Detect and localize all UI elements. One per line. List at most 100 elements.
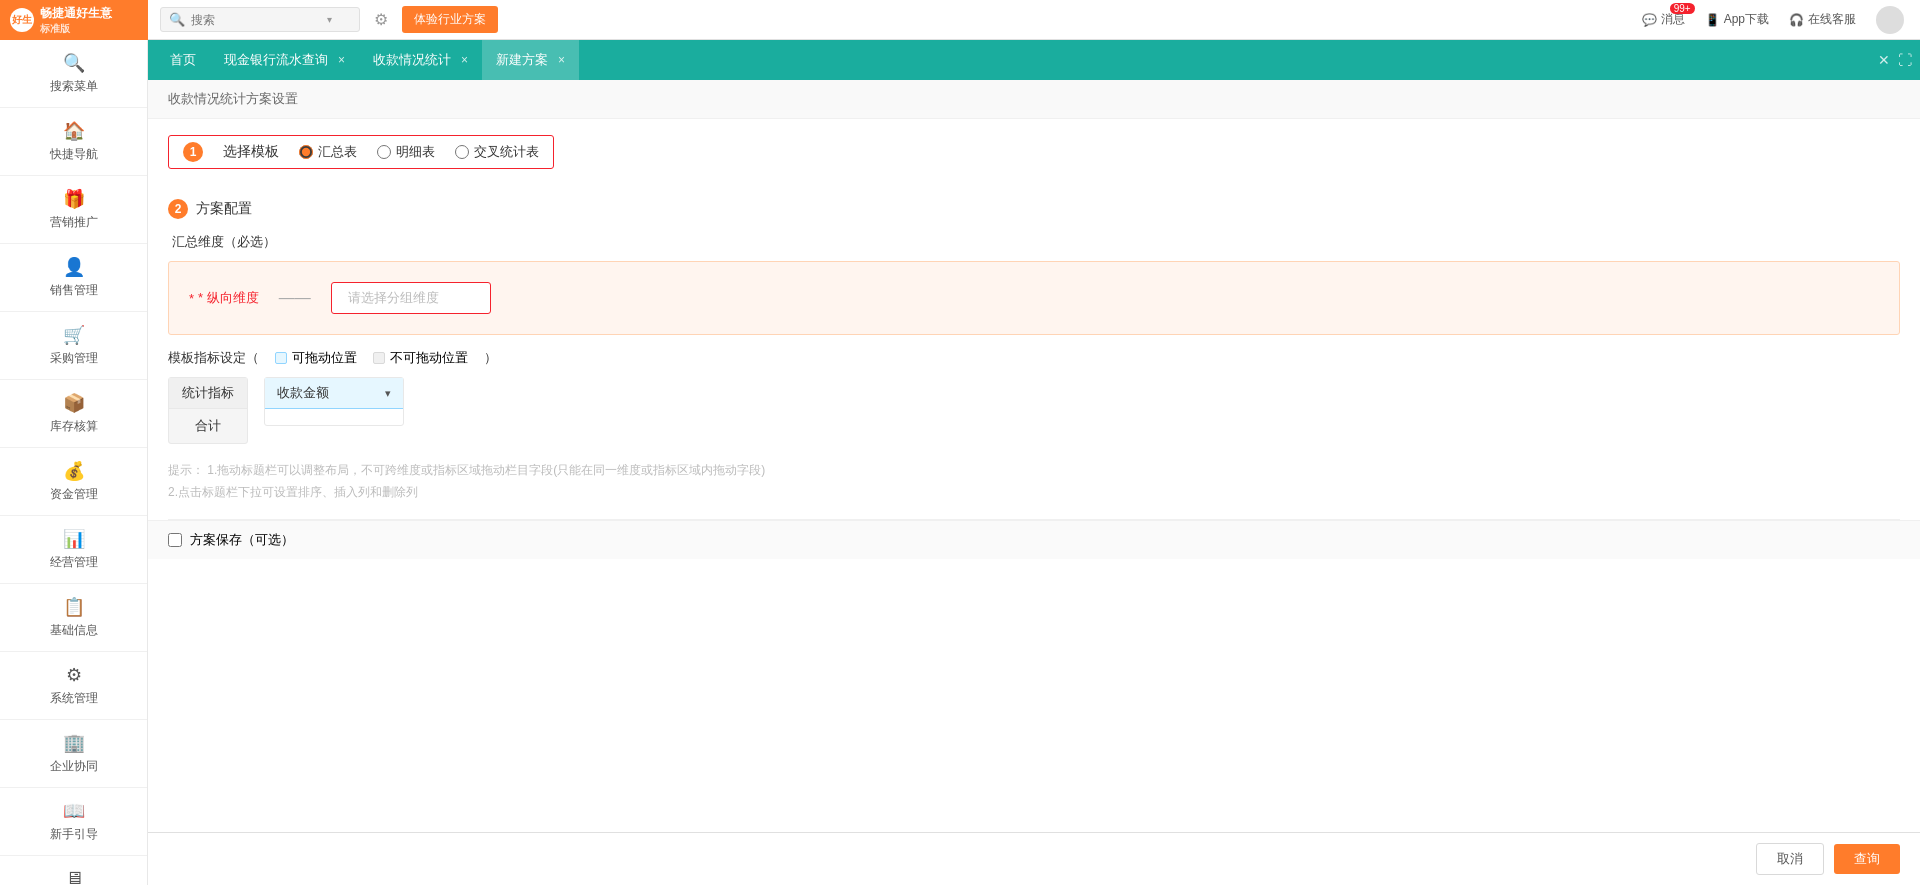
metrics-category-header: 统计指标 <box>169 378 247 409</box>
search-input[interactable] <box>191 13 321 27</box>
app-download-label: App下载 <box>1724 11 1769 28</box>
metrics-header-row: 模板指标设定（ 可拖动位置 不可拖动位置 ） <box>168 349 1900 367</box>
trial-button[interactable]: 体验行业方案 <box>402 6 498 33</box>
save-label: 方案保存（可选） <box>190 531 294 549</box>
cancel-button[interactable]: 取消 <box>1756 843 1824 875</box>
sidebar-label-nav: 快捷导航 <box>50 146 98 163</box>
tab-bank-flow-label: 现金银行流水查询 <box>224 51 328 69</box>
dimension-select[interactable]: 请选择分组维度 <box>331 282 491 314</box>
tab-home[interactable]: 首页 <box>156 40 210 80</box>
footer: 取消 查询 <box>148 832 1920 885</box>
enterprise-icon: 🏢 <box>63 732 85 754</box>
search-box[interactable]: 🔍 ▾ <box>160 7 360 32</box>
sidebar-item-enterprise[interactable]: 🏢 企业协同 <box>0 720 147 788</box>
tab-receipt-stats-close[interactable]: × <box>461 53 468 67</box>
sidebar: 🔍 搜索菜单 🏠 快捷导航 🎁 营销推广 👤 销售管理 🛒 采购管理 📦 <box>0 40 148 885</box>
query-button[interactable]: 查询 <box>1834 844 1900 874</box>
template-label-summary: 汇总表 <box>318 143 357 161</box>
sidebar-label-system: 系统管理 <box>50 690 98 707</box>
template-radio-group: 汇总表 明细表 交叉统计表 <box>299 143 539 161</box>
app-download-item[interactable]: 📱 App下载 <box>1705 11 1769 28</box>
sidebar-label-guide: 新手引导 <box>50 826 98 843</box>
search-icon: 🔍 <box>169 12 185 27</box>
metrics-table-area: 统计指标 合计 收款金额 ▾ <box>168 377 1900 444</box>
search-menu-icon: 🔍 <box>63 52 85 74</box>
template-label-detail: 明细表 <box>396 143 435 161</box>
legend-movable-dot <box>275 352 287 364</box>
gift-icon: 🎁 <box>63 188 85 210</box>
user-avatar[interactable] <box>1876 6 1904 34</box>
system-icon: ⚙ <box>66 664 82 686</box>
sidebar-item-nav[interactable]: 🏠 快捷导航 <box>0 108 147 176</box>
message-item[interactable]: 💬 消息 99+ <box>1642 11 1685 28</box>
sidebar-item-inventory[interactable]: 📦 库存核算 <box>0 380 147 448</box>
breadcrumb: 收款情况统计方案设置 <box>148 80 1920 119</box>
logo-icon: 好生 <box>10 8 34 32</box>
metrics-section-label: 模板指标设定（ <box>168 349 259 367</box>
metrics-row-header: 统计指标 合计 <box>168 377 248 444</box>
sidebar-label-search: 搜索菜单 <box>50 78 98 95</box>
legend-fixed: 不可拖动位置 <box>373 349 468 367</box>
sidebar-label-sales: 销售管理 <box>50 282 98 299</box>
template-option-detail[interactable]: 明细表 <box>377 143 435 161</box>
template-selector: 1 选择模板 汇总表 明细表 <box>168 135 554 169</box>
sales-icon: 👤 <box>63 256 85 278</box>
step2-section: 2 方案配置 汇总维度（必选） * * 纵向维度 <box>148 199 1920 519</box>
hints-section: 提示： 1.拖动标题栏可以调整布局，不可跨维度或指标区域拖动栏目字段(只能在同一… <box>168 444 1900 503</box>
tab-bank-flow[interactable]: 现金银行流水查询 × <box>210 40 359 80</box>
hint-line-2: 2.点击标题栏下拉可设置排序、插入列和删除列 <box>168 482 1900 504</box>
basic-info-icon: 📋 <box>63 596 85 618</box>
tab-fullscreen-btn[interactable]: ⛶ <box>1898 52 1912 68</box>
required-star: * <box>189 291 194 306</box>
sidebar-label-inventory: 库存核算 <box>50 418 98 435</box>
logo-text: 畅捷通好生意 <box>40 5 112 22</box>
step1-number: 1 <box>183 142 203 162</box>
metrics-dropdown-icon[interactable]: ▾ <box>385 387 391 400</box>
sidebar-item-sales[interactable]: 👤 销售管理 <box>0 244 147 312</box>
tab-close-window-btn[interactable]: ✕ <box>1878 52 1890 68</box>
search-dropdown-icon[interactable]: ▾ <box>327 14 332 25</box>
finance-icon: 💰 <box>63 460 85 482</box>
online-service-item[interactable]: 🎧 在线客服 <box>1789 11 1856 28</box>
tab-new-plan-close[interactable]: × <box>558 53 565 67</box>
sidebar-item-finance[interactable]: 💰 资金管理 <box>0 448 147 516</box>
tab-bar-right: ✕ ⛶ <box>1878 52 1912 68</box>
legend-fixed-label: 不可拖动位置 <box>390 349 468 367</box>
template-radio-detail[interactable] <box>377 145 391 159</box>
tab-bank-flow-close[interactable]: × <box>338 53 345 67</box>
save-checkbox[interactable] <box>168 533 182 547</box>
template-label-cross: 交叉统计表 <box>474 143 539 161</box>
hardware-icon: 🖥 <box>65 868 83 885</box>
sidebar-item-hardware[interactable]: 🖥 智能硬件 <box>0 856 147 885</box>
purchase-icon: 🛒 <box>63 324 85 346</box>
template-radio-cross[interactable] <box>455 145 469 159</box>
page-inner: 收款情况统计方案设置 1 选择模板 汇总表 <box>148 80 1920 832</box>
step1-header: 1 选择模板 汇总表 明细表 <box>168 135 1900 169</box>
sidebar-item-guide[interactable]: 📖 新手引导 <box>0 788 147 856</box>
hint-line-1: 提示： 1.拖动标题栏可以调整布局，不可跨维度或指标区域拖动栏目字段(只能在同一… <box>168 460 1900 482</box>
sidebar-item-basic-info[interactable]: 📋 基础信息 <box>0 584 147 652</box>
dimension-section-label: 汇总维度（必选） <box>168 233 1900 251</box>
template-radio-summary[interactable] <box>299 145 313 159</box>
sidebar-item-purchase[interactable]: 🛒 采购管理 <box>0 312 147 380</box>
dimension-arrow: —— <box>279 289 311 307</box>
step2-title: 方案配置 <box>196 200 252 218</box>
logo-area: 好生 畅捷通好生意 标准版 <box>0 0 148 40</box>
tab-new-plan[interactable]: 新建方案 × <box>482 40 579 80</box>
save-row: 方案保存（可选） <box>148 520 1920 559</box>
sidebar-item-management[interactable]: 📊 经营管理 <box>0 516 147 584</box>
settings-icon[interactable]: ⚙ <box>370 6 392 33</box>
metrics-data-table: 收款金额 ▾ <box>264 377 404 426</box>
template-option-summary[interactable]: 汇总表 <box>299 143 357 161</box>
dimension-row: * * 纵向维度 —— 请选择分组维度 <box>189 282 1879 314</box>
sidebar-item-search[interactable]: 🔍 搜索菜单 <box>0 40 147 108</box>
tab-bar: 首页 现金银行流水查询 × 收款情况统计 × 新建方案 × ✕ ⛶ <box>148 40 1920 80</box>
sidebar-label-finance: 资金管理 <box>50 486 98 503</box>
sidebar-item-system[interactable]: ⚙ 系统管理 <box>0 652 147 720</box>
sidebar-item-marketing[interactable]: 🎁 营销推广 <box>0 176 147 244</box>
spacer <box>148 559 1920 832</box>
app-icon: 📱 <box>1705 13 1720 27</box>
guide-icon: 📖 <box>63 800 85 822</box>
tab-receipt-stats[interactable]: 收款情况统计 × <box>359 40 482 80</box>
template-option-cross[interactable]: 交叉统计表 <box>455 143 539 161</box>
